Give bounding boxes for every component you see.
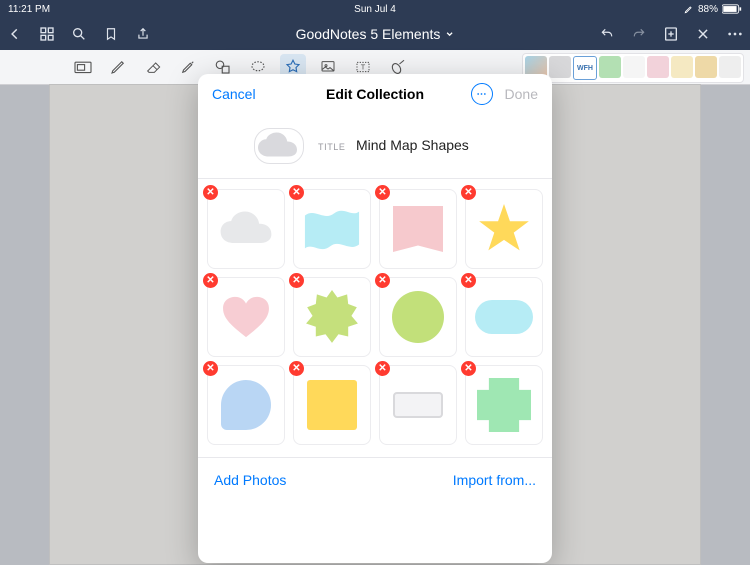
shape-cell-cross[interactable]: ✕ [465,365,543,445]
delete-shape-button[interactable]: ✕ [461,361,476,376]
shape-cell-wave[interactable]: ✕ [293,189,371,269]
shape-cell-banner[interactable]: ✕ [379,189,457,269]
back-button[interactable] [6,25,24,43]
add-photos-button[interactable]: Add Photos [214,472,286,488]
eraser-tool[interactable] [140,54,166,80]
shapes-grid: ✕ ✕ ✕ ✕ ✕ ✕ ✕ ✕ ✕ ✕ ✕ ✕ [198,179,552,445]
shape-cell-square[interactable]: ✕ [293,365,371,445]
shape-cell-drop[interactable]: ✕ [207,365,285,445]
document-title[interactable]: GoodNotes 5 Elements [296,26,455,42]
sticker-collection-thumb[interactable] [623,56,645,78]
shape-cell-cloud[interactable]: ✕ [207,189,285,269]
share-button[interactable] [134,25,152,43]
redo-button[interactable] [630,25,648,43]
sticker-collection-thumb[interactable] [671,56,693,78]
delete-shape-button[interactable]: ✕ [203,273,218,288]
sticker-collection-thumb[interactable] [599,56,621,78]
delete-shape-button[interactable]: ✕ [289,273,304,288]
status-time: 11:21 PM [8,4,50,15]
delete-shape-button[interactable]: ✕ [289,361,304,376]
more-button[interactable] [726,25,744,43]
more-options-button[interactable]: ⋯ [471,83,493,105]
nav-bar: GoodNotes 5 Elements [0,18,750,50]
chevron-down-icon [444,29,454,39]
pencil-status-icon [684,4,694,14]
delete-shape-button[interactable]: ✕ [461,273,476,288]
collection-title-row[interactable]: TITLE Mind Map Shapes [198,114,552,178]
status-bar: 11:21 PM Sun Jul 4 88% [0,0,750,18]
cancel-button[interactable]: Cancel [212,86,256,102]
status-battery: 88% [698,4,718,15]
sticker-collection-thumb[interactable] [647,56,669,78]
thumbnails-button[interactable] [38,25,56,43]
sticker-collection-thumb[interactable]: WFH [573,56,597,80]
sticker-collection-thumb[interactable] [695,56,717,78]
zoom-tool[interactable] [70,54,96,80]
shape-cell-pill[interactable]: ✕ [465,277,543,357]
pen-tool[interactable] [105,54,131,80]
done-button[interactable]: Done [505,86,538,102]
sticker-collection-thumb[interactable] [719,56,741,78]
import-from-button[interactable]: Import from... [453,472,536,488]
edit-collection-modal: Cancel Edit Collection ⋯ Done TITLE Mind… [198,74,552,563]
sticker-collection-thumb[interactable] [549,56,571,78]
delete-shape-button[interactable]: ✕ [375,273,390,288]
delete-shape-button[interactable]: ✕ [203,361,218,376]
undo-button[interactable] [598,25,616,43]
sticker-collection-bar[interactable]: WFH [522,53,744,83]
battery-icon [722,4,742,14]
shape-cell-circle[interactable]: ✕ [379,277,457,357]
collection-name-input[interactable]: Mind Map Shapes [356,137,469,153]
shape-cell-burst[interactable]: ✕ [293,277,371,357]
document-title-text: GoodNotes 5 Elements [296,26,441,42]
delete-shape-button[interactable]: ✕ [375,361,390,376]
search-button[interactable] [70,25,88,43]
add-page-button[interactable] [662,25,680,43]
title-label: TITLE [318,142,346,152]
delete-shape-button[interactable]: ✕ [203,185,218,200]
bookmark-button[interactable] [102,25,120,43]
modal-title: Edit Collection [326,86,424,102]
svg-text:T: T [361,63,366,72]
shape-cell-star[interactable]: ✕ [465,189,543,269]
delete-shape-button[interactable]: ✕ [375,185,390,200]
shape-cell-bar[interactable]: ✕ [379,365,457,445]
delete-shape-button[interactable]: ✕ [461,185,476,200]
close-button[interactable] [694,25,712,43]
status-date: Sun Jul 4 [354,4,396,15]
delete-shape-button[interactable]: ✕ [289,185,304,200]
shape-cell-heart[interactable]: ✕ [207,277,285,357]
collection-thumbnail [254,128,304,164]
